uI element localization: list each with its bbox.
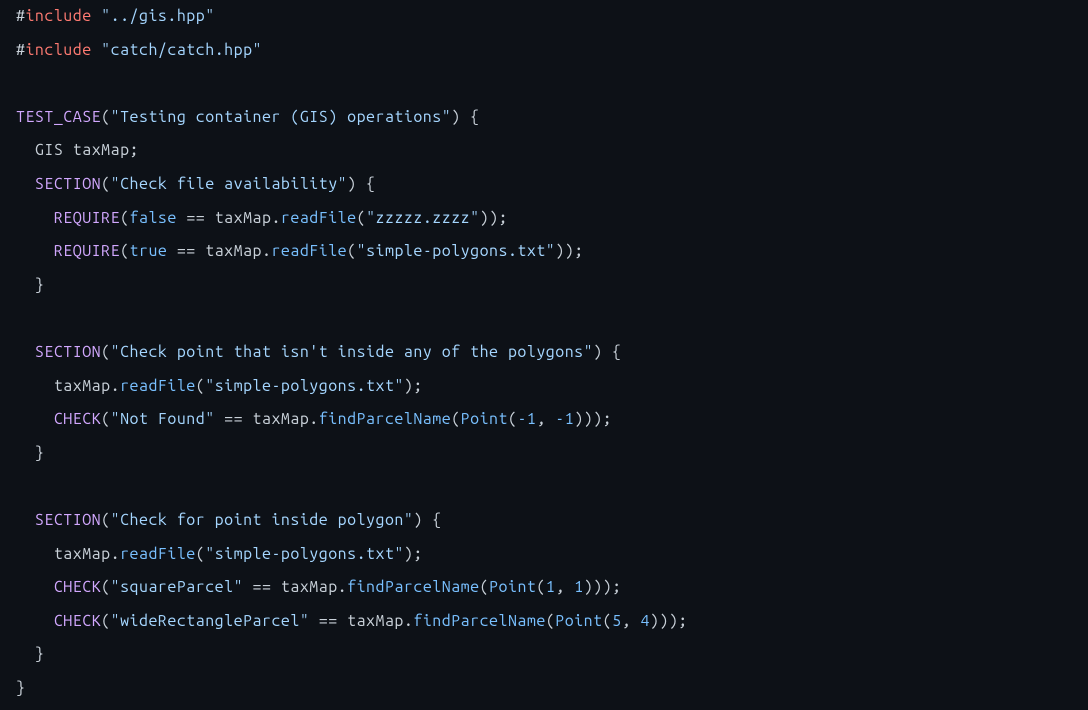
code-line: taxMap.readFile("simple-polygons.txt"); (16, 538, 1072, 572)
code-line: SECTION("Check file availability") { (16, 168, 1072, 202)
code-line: SECTION("Check point that isn't inside a… (16, 336, 1072, 370)
code-line: CHECK("squareParcel" == taxMap.findParce… (16, 571, 1072, 605)
code-line (16, 67, 1072, 101)
code-line: TEST_CASE("Testing container (GIS) opera… (16, 101, 1072, 135)
code-line: } (16, 437, 1072, 471)
code-block: #include "../gis.hpp"#include "catch/cat… (16, 0, 1072, 705)
code-line: CHECK("wideRectangleParcel" == taxMap.fi… (16, 605, 1072, 639)
code-line: #include "../gis.hpp" (16, 0, 1072, 34)
code-line: } (16, 638, 1072, 672)
code-line: REQUIRE(false == taxMap.readFile("zzzzz.… (16, 202, 1072, 236)
code-line: GIS taxMap; (16, 134, 1072, 168)
code-line: } (16, 672, 1072, 706)
code-line (16, 302, 1072, 336)
code-line: REQUIRE(true == taxMap.readFile("simple-… (16, 235, 1072, 269)
code-line: SECTION("Check for point inside polygon"… (16, 504, 1072, 538)
code-line: } (16, 269, 1072, 303)
code-line: taxMap.readFile("simple-polygons.txt"); (16, 370, 1072, 404)
code-line (16, 470, 1072, 504)
code-line: #include "catch/catch.hpp" (16, 34, 1072, 68)
code-line: CHECK("Not Found" == taxMap.findParcelNa… (16, 403, 1072, 437)
